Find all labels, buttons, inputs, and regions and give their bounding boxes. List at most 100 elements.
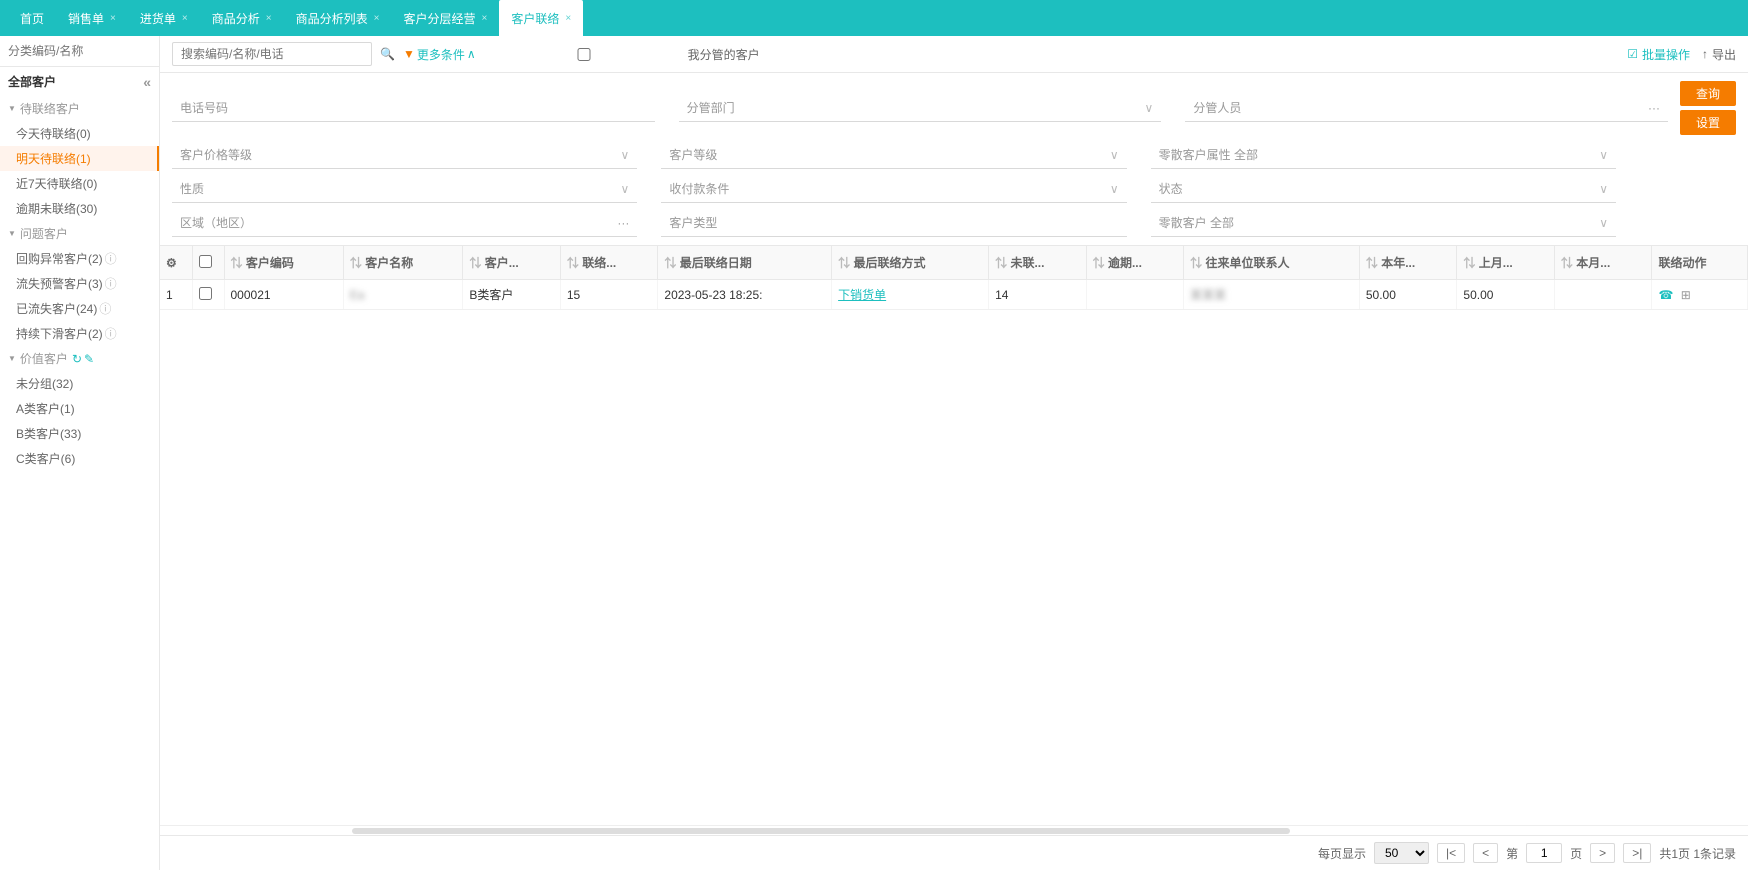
close-icon[interactable]: × [565, 13, 571, 24]
filter-panel: 电话号码 分管部门 ∨ 分管人员 ··· 查询 设置 [160, 73, 1748, 246]
nav-tab-sales[interactable]: 销售单 × [56, 0, 128, 36]
triangle-icon: ▼ [8, 229, 16, 238]
row-last-contact-method[interactable]: 下销货单 [832, 280, 989, 310]
my-customers-checkbox[interactable]: 我分管的客户 [484, 46, 760, 63]
row-checkbox[interactable] [199, 287, 212, 300]
refresh-icon[interactable]: ↻ [72, 352, 82, 366]
sort-icon: ⇅ [995, 256, 1007, 270]
chevron-down-icon: ∨ [1599, 182, 1608, 196]
nav-tab-product-analysis[interactable]: 商品分析 × [200, 0, 284, 36]
col-this-year[interactable]: ⇅ 本年... [1359, 246, 1457, 280]
col-checkbox [192, 246, 224, 280]
query-button[interactable]: 查询 [1680, 81, 1736, 106]
right-actions: ☑ 批量操作 ↑ 导出 [1627, 46, 1736, 63]
nav-tab-customer-tier[interactable]: 客户分层经营 × [391, 0, 499, 36]
all-customers-title[interactable]: 全部客户 « [0, 67, 159, 96]
group-value-customers[interactable]: ▼ 价值客户 ↻ ✎ [0, 346, 159, 371]
col-customer-name[interactable]: ⇅ 客户名称 [343, 246, 462, 280]
sidebar-item-class-a[interactable]: A类客户(1) [0, 396, 159, 421]
search-button[interactable]: 🔍 [380, 47, 395, 61]
close-icon[interactable]: × [182, 13, 188, 24]
nav-tab-product-list[interactable]: 商品分析列表 × [284, 0, 392, 36]
contact-action-more-icon[interactable]: ⊞ [1681, 288, 1691, 302]
sidebar-search-area: 🔍 [0, 36, 159, 67]
sort-icon: ⇅ [1463, 256, 1475, 270]
batch-operation-button[interactable]: ☑ 批量操作 [1627, 46, 1690, 63]
more-icon[interactable]: ··· [1648, 101, 1660, 115]
collapse-icon: « [143, 74, 151, 90]
sidebar-item-churned[interactable]: 已流失客户(24) ⓘ [0, 296, 159, 321]
sidebar-item-ungrouped[interactable]: 未分组(32) [0, 371, 159, 396]
first-page-button[interactable]: |< [1437, 843, 1465, 863]
nav-tab-customer-contact[interactable]: 客户联络 × [499, 0, 583, 36]
contact-action-phone-icon[interactable]: ☎ [1658, 288, 1673, 302]
contact-method-link[interactable]: 下销货单 [838, 288, 886, 302]
close-icon[interactable]: × [481, 13, 487, 24]
per-page-select[interactable]: 50 100 200 [1374, 842, 1429, 864]
close-icon[interactable]: × [110, 13, 116, 24]
filter-region: 区域（地区） ··· [172, 209, 637, 237]
row-customer-type: B类客户 [463, 280, 561, 310]
group-problem-customers[interactable]: ▼ 问题客户 [0, 221, 159, 246]
filter-payment: 收付款条件 ∨ [661, 175, 1126, 203]
my-customers-check[interactable] [484, 48, 684, 61]
sidebar-item-repurchase-anomaly[interactable]: 回购异常客户(2) ⓘ [0, 246, 159, 271]
sidebar-item-7day-contact[interactable]: 近7天待联络(0) [0, 171, 159, 196]
filter-status-label: 状态 [1159, 180, 1219, 197]
sidebar-item-churn-warning[interactable]: 流失预警客户(3) ⓘ [0, 271, 159, 296]
filter-row-1: 电话号码 分管部门 ∨ 分管人员 ··· 查询 设置 [172, 81, 1736, 135]
next-page-button[interactable]: > [1590, 843, 1615, 863]
close-icon[interactable]: × [374, 13, 380, 24]
nav-tab-purchase[interactable]: 进货单 × [128, 0, 200, 36]
sidebar-item-today-contact[interactable]: 今天待联络(0) [0, 121, 159, 146]
export-button[interactable]: ↑ 导出 [1702, 46, 1736, 63]
sidebar-item-overdue-contact[interactable]: 逾期未联络(30) [0, 196, 159, 221]
col-contact-count[interactable]: ⇅ 联络... [560, 246, 658, 280]
page-number-input[interactable] [1526, 843, 1562, 863]
prev-page-button[interactable]: < [1473, 843, 1498, 863]
top-navigation: 首页 销售单 × 进货单 × 商品分析 × 商品分析列表 × 客户分层经营 × … [0, 0, 1748, 36]
sidebar-item-declining[interactable]: 持续下滑客户(2) ⓘ [0, 321, 159, 346]
nav-home[interactable]: 首页 [8, 0, 56, 36]
row-not-contacted: 14 [989, 280, 1087, 310]
sidebar-item-tomorrow-contact[interactable]: 明天待联络(1) [0, 146, 159, 171]
contact-person-blurred: 某某某 [1190, 288, 1226, 302]
sidebar-item-class-b[interactable]: B类客户(33) [0, 421, 159, 446]
info-icon: ⓘ [105, 325, 117, 342]
sidebar-item-class-c[interactable]: C类客户(6) [0, 446, 159, 471]
filter-price-level: 客户价格等级 ∨ [172, 141, 637, 169]
sort-icon: ⇅ [1366, 256, 1378, 270]
col-last-month[interactable]: ⇅ 上月... [1457, 246, 1555, 280]
col-this-month[interactable]: ⇅ 本月... [1554, 246, 1652, 280]
filter-retail-attr-label: 零散客户属性 全部 [1159, 146, 1258, 163]
sidebar-search-input[interactable] [8, 44, 160, 58]
col-customer-type[interactable]: ⇅ 客户... [463, 246, 561, 280]
col-last-contact-date[interactable]: ⇅ 最后联络日期 [658, 246, 832, 280]
sort-icon: ⇅ [350, 256, 362, 270]
col-last-contact-method[interactable]: ⇅ 最后联络方式 [832, 246, 989, 280]
search-input[interactable] [172, 42, 372, 66]
horizontal-scrollbar[interactable] [352, 828, 1290, 834]
row-last-contact-date: 2023-05-23 18:25: [658, 280, 832, 310]
reset-button[interactable]: 设置 [1680, 110, 1736, 135]
more-icon[interactable]: ··· [617, 216, 629, 230]
filter-customer-level-label: 客户等级 [669, 146, 729, 163]
select-all-checkbox[interactable] [199, 255, 212, 268]
col-not-contacted[interactable]: ⇅ 未联... [989, 246, 1087, 280]
col-contact-person[interactable]: ⇅ 往来单位联系人 [1184, 246, 1360, 280]
data-table-container: ⚙ ⇅ 客户编码 ⇅ 客户名称 [160, 246, 1748, 825]
group-pending-contact[interactable]: ▼ 待联络客户 [0, 96, 159, 121]
close-icon[interactable]: × [266, 13, 272, 24]
sort-icon: ⇅ [1093, 256, 1105, 270]
filter-person: 分管人员 ··· [1185, 94, 1668, 122]
filter-person-label: 分管人员 [1193, 99, 1253, 116]
col-customer-code[interactable]: ⇅ 客户编码 [224, 246, 343, 280]
gear-icon[interactable]: ⚙ [166, 256, 177, 270]
col-overdue[interactable]: ⇅ 逾期... [1086, 246, 1184, 280]
edit-icon[interactable]: ✎ [84, 352, 94, 366]
col-gear[interactable]: ⚙ [160, 246, 192, 280]
filter-row-2: 客户价格等级 ∨ 客户等级 ∨ 零散客户属性 全部 ∨ [172, 141, 1736, 169]
last-page-button[interactable]: >| [1623, 843, 1651, 863]
more-conditions-button[interactable]: ▼ 更多条件 ∧ [403, 46, 476, 63]
sort-icon: ⇅ [838, 256, 850, 270]
